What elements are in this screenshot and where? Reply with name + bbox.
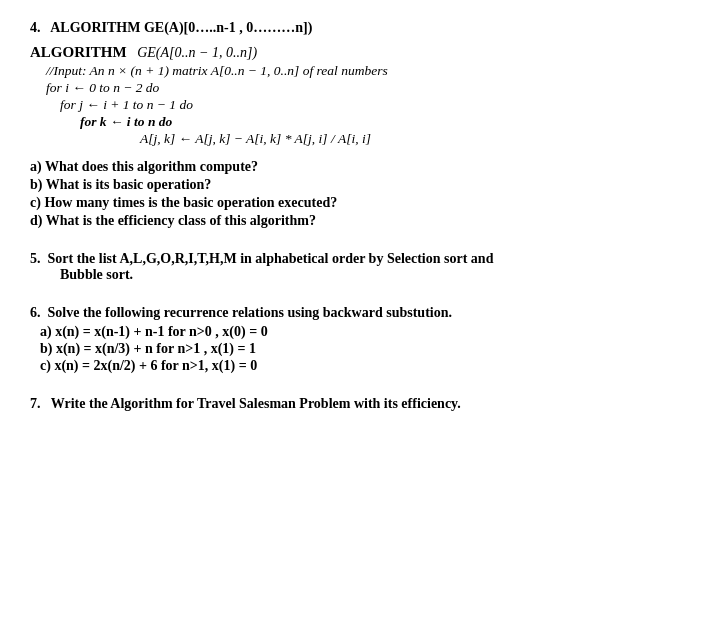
algo-header-line: ALGORITHM GE(A[0..n − 1, 0..n]) bbox=[30, 44, 679, 61]
q4-algo-title: ALGORITHM GE(A)[0…..n-1 , 0………n]) bbox=[50, 20, 312, 35]
q6-sub-b: b) x(n) = x(n/3) + n for n>1 , x(1) = 1 bbox=[40, 341, 679, 357]
q5-text2: Bubble sort. bbox=[60, 267, 679, 283]
algo-line-3: for k ← i to n do bbox=[80, 114, 679, 130]
q6-number: 6. bbox=[30, 305, 41, 320]
algo-signature: GE(A[0..n − 1, 0..n]) bbox=[137, 45, 257, 60]
q7-text: Write the Algorithm for Travel Salesman … bbox=[51, 396, 461, 411]
q5-title: 5. Sort the list A,L,G,O,R,I,T,H,M in al… bbox=[30, 251, 679, 267]
question-7: 7. Write the Algorithm for Travel Salesm… bbox=[30, 396, 679, 412]
page-content: 4. ALGORITHM GE(A)[0…..n-1 , 0………n]) ALG… bbox=[30, 20, 679, 412]
algo-line-2: for j ← i + 1 to n − 1 do bbox=[60, 97, 679, 113]
algo-line-4: A[j, k] ← A[j, k] − A[i, k] * A[j, i] / … bbox=[140, 131, 679, 147]
q4-sub-c: c) How many times is the basic operation… bbox=[30, 195, 679, 211]
algo-line-1: for i ← 0 to n − 2 do bbox=[46, 80, 679, 96]
q4-sub-a: a) What does this algorithm compute? bbox=[30, 159, 679, 175]
q4-title: 4. ALGORITHM GE(A)[0…..n-1 , 0………n]) bbox=[30, 20, 679, 36]
q4-number: 4. bbox=[30, 20, 41, 35]
q4-sub-b: b) What is its basic operation? bbox=[30, 177, 679, 193]
q6-title-text: Solve the following recurrence relations… bbox=[48, 305, 452, 320]
q4-sub-d: d) What is the efficiency class of this … bbox=[30, 213, 679, 229]
q7-title: 7. Write the Algorithm for Travel Salesm… bbox=[30, 396, 679, 412]
algorithm-block: ALGORITHM GE(A[0..n − 1, 0..n]) //Input:… bbox=[30, 44, 679, 147]
q5-text: Sort the list A,L,G,O,R,I,T,H,M in alpha… bbox=[48, 251, 494, 266]
q7-number: 7. bbox=[30, 396, 41, 411]
algo-comment: //Input: An n × (n + 1) matrix A[0..n − … bbox=[46, 63, 679, 79]
algo-keyword: ALGORITHM bbox=[30, 44, 127, 60]
q6-sub-c: c) x(n) = 2x(n/2) + 6 for n>1, x(1) = 0 bbox=[40, 358, 679, 374]
q5-number: 5. bbox=[30, 251, 41, 266]
question-4: 4. ALGORITHM GE(A)[0…..n-1 , 0………n]) ALG… bbox=[30, 20, 679, 229]
q4-subquestions: a) What does this algorithm compute? b) … bbox=[30, 159, 679, 229]
question-6: 6. Solve the following recurrence relati… bbox=[30, 305, 679, 374]
q6-title: 6. Solve the following recurrence relati… bbox=[30, 305, 679, 321]
question-5: 5. Sort the list A,L,G,O,R,I,T,H,M in al… bbox=[30, 251, 679, 283]
q6-sub-a: a) x(n) = x(n-1) + n-1 for n>0 , x(0) = … bbox=[40, 324, 679, 340]
